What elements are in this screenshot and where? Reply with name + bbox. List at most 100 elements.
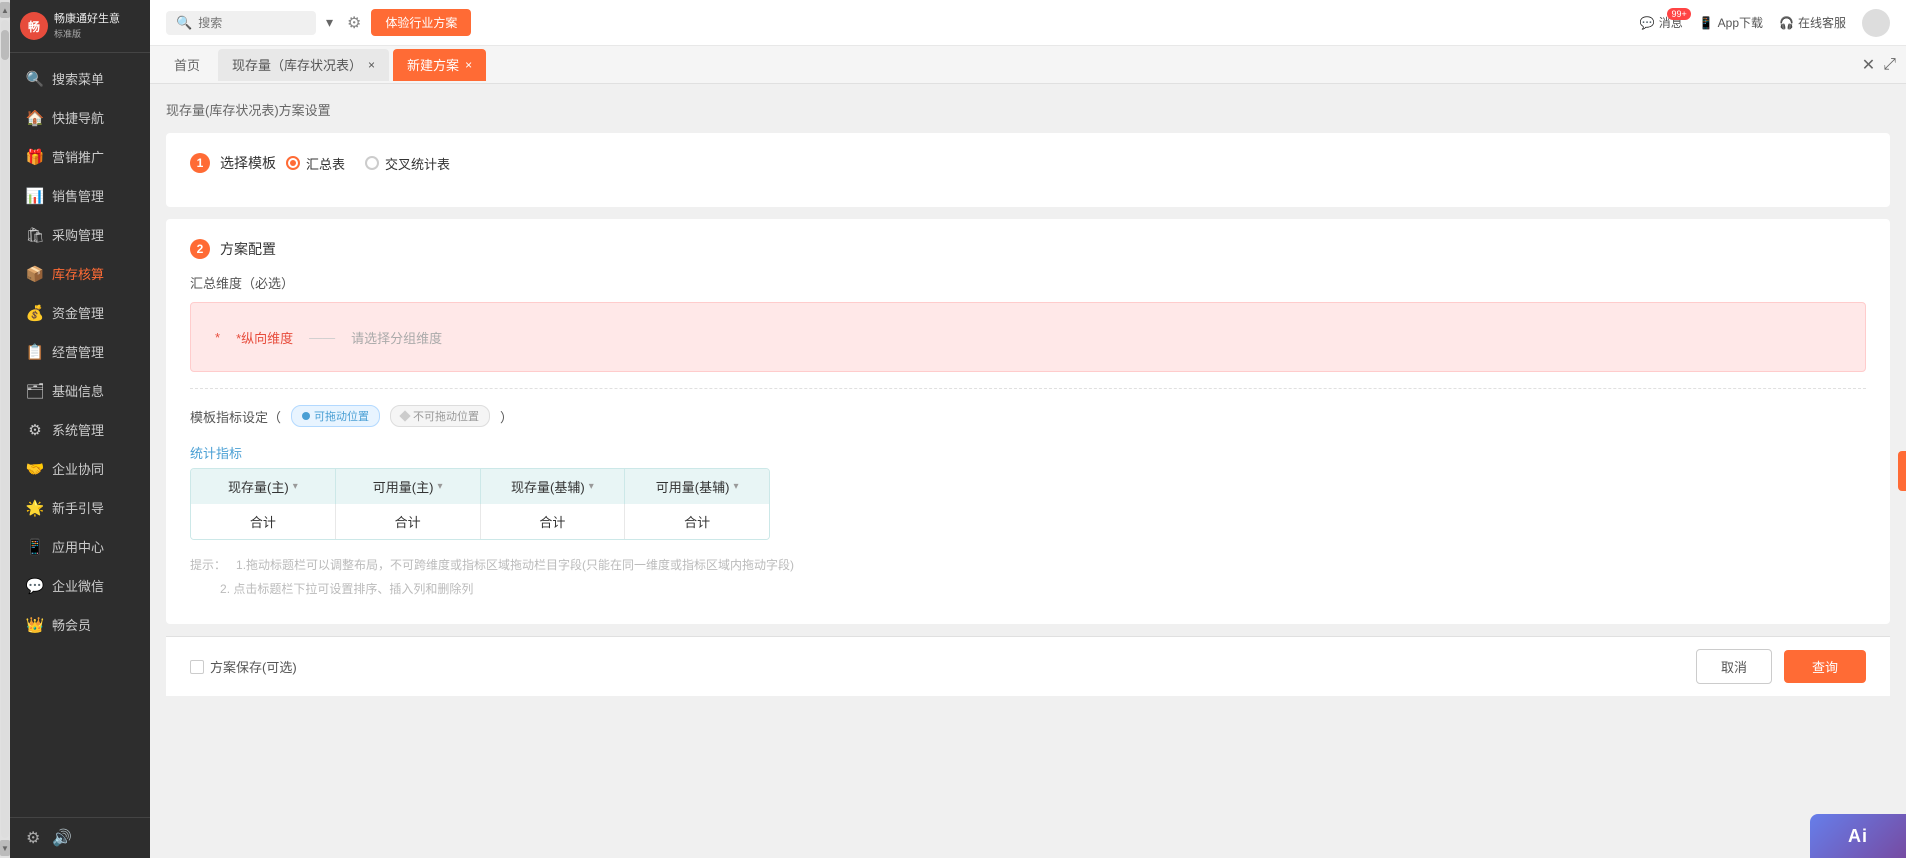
newuser-icon: 🌟 — [26, 499, 44, 517]
basic-info-icon: 🗂 — [26, 382, 44, 400]
stats-table-body: 合计 合计 合计 合计 — [191, 504, 769, 539]
section2-header: 2 方案配置 — [190, 239, 1866, 259]
system-icon: ⚙ — [26, 421, 44, 439]
tab-new-scheme[interactable]: 新建方案 × — [393, 49, 486, 81]
tab-new-scheme-close[interactable]: × — [465, 58, 472, 72]
sidebar-item-finance[interactable]: 💰 资金管理 — [10, 293, 150, 332]
tip-0: 提示： 1.拖动标题栏可以调整布局，不可跨维度或指标区域拖动栏目字段(只能在同一… — [190, 556, 1866, 574]
topbar-search-box[interactable]: 🔍 — [166, 11, 316, 35]
col-1-chevron: ▾ — [437, 481, 442, 492]
sidebar-item-search-menu[interactable]: 🔍 搜索菜单 — [10, 59, 150, 98]
draggable-tag: 可拖动位置 — [291, 405, 380, 427]
resize-handle[interactable] — [1898, 451, 1906, 491]
section-choose-template: 1 选择模板 汇总表 交叉统计表 — [166, 133, 1890, 207]
sidebar-item-marketing[interactable]: 🎁 营销推广 — [10, 137, 150, 176]
page-title: 现存量(库存状况表)方案设置 — [166, 100, 1890, 119]
dim-required-star: * — [215, 330, 220, 345]
section2-title: 方案配置 — [220, 239, 276, 259]
divider1 — [190, 388, 1866, 389]
sidebar-item-newuser[interactable]: 🌟 新手引导 — [10, 488, 150, 527]
message-badge: 99+ — [1667, 8, 1690, 20]
cancel-btn[interactable]: 取消 — [1696, 649, 1772, 684]
radio-cross-dot — [365, 156, 379, 170]
sidebar-item-basic-info[interactable]: 🗂 基础信息 — [10, 371, 150, 410]
content-area: 现存量(库存状况表)方案设置 1 选择模板 汇总表 交叉统计表 — [150, 84, 1906, 858]
sidebar-nav: 🔍 搜索菜单 🏠 快捷导航 🎁 营销推广 📊 销售管理 🛍 采购管理 📦 库存核… — [10, 53, 150, 817]
radio-summary[interactable]: 汇总表 — [286, 154, 345, 173]
dim-separator: —— — [309, 330, 335, 345]
tip-1: 2. 点击标题栏下拉可设置排序、插入列和删除列 — [190, 580, 1866, 598]
sidebar-item-system[interactable]: ⚙ 系统管理 — [10, 410, 150, 449]
topbar-right: 💬 消息 99+ 📱 App下载 🎧 在线客服 — [1640, 9, 1890, 37]
inventory-icon: 📦 — [26, 265, 44, 283]
col-1[interactable]: 可用量(主) ▾ — [336, 469, 481, 504]
app-download-btn[interactable]: 📱 App下载 — [1699, 14, 1763, 31]
appstore-icon: 📱 — [26, 538, 44, 556]
section-scheme-config: 2 方案配置 汇总维度（必选） * *纵向维度 —— 请选择分组维度 模板指标设… — [166, 219, 1890, 624]
dimension-box[interactable]: * *纵向维度 —— 请选择分组维度 — [190, 302, 1866, 372]
topbar: 🔍 ▾ ⚙ 体验行业方案 💬 消息 99+ 📱 App下载 🎧 在线客服 — [150, 0, 1906, 46]
online-service-btn[interactable]: 🎧 在线客服 — [1779, 14, 1846, 31]
search-input[interactable] — [198, 16, 298, 30]
operation-icon: 📋 — [26, 343, 44, 361]
col-2[interactable]: 现存量(基辅) ▾ — [481, 469, 626, 504]
search-dropdown-btn[interactable]: ▾ — [326, 14, 333, 31]
expand-panel-btn[interactable]: ⤢ — [1883, 56, 1896, 74]
col-0-chevron: ▾ — [293, 481, 298, 492]
dim-label: *纵向维度 — [236, 328, 293, 347]
main-area: 🔍 ▾ ⚙ 体验行业方案 💬 消息 99+ 📱 App下载 🎧 在线客服 — [150, 0, 1906, 858]
query-btn[interactable]: 查询 — [1784, 650, 1866, 683]
save-scheme-checkbox[interactable] — [190, 660, 204, 674]
scheme-save: 方案保存(可选) — [190, 657, 297, 676]
tabs-bar: 首页 现存量（库存状况表） × 新建方案 × ✕ ⤢ — [150, 46, 1906, 84]
sidebar-item-purchase[interactable]: 🛍 采购管理 — [10, 215, 150, 254]
ai-fab-btn[interactable]: Ai — [1810, 814, 1906, 858]
tab-inventory-close[interactable]: × — [368, 58, 375, 72]
section1-title: 选择模板 — [220, 153, 276, 173]
tips-section: 提示： 1.拖动标题栏可以调整布局，不可跨维度或指标区域拖动栏目字段(只能在同一… — [190, 556, 1866, 598]
scroll-thumb[interactable] — [1, 30, 9, 60]
sidebar-footer: ⚙ 🔊 — [10, 817, 150, 858]
sidebar-item-inventory[interactable]: 📦 库存核算 — [10, 254, 150, 293]
scroll-down-btn[interactable]: ▼ — [0, 840, 10, 856]
radio-cross[interactable]: 交叉统计表 — [365, 154, 450, 173]
agg-label: 汇总维度（必选） — [190, 273, 1866, 292]
user-avatar[interactable] — [1862, 9, 1890, 37]
sound-icon[interactable]: 🔊 — [52, 828, 72, 848]
col-3[interactable]: 可用量(基辅) ▾ — [625, 469, 769, 504]
sidebar-item-wechat[interactable]: 💬 企业微信 — [10, 566, 150, 605]
message-icon: 💬 — [1640, 16, 1655, 30]
dim-placeholder: 请选择分组维度 — [351, 328, 442, 347]
tab-home[interactable]: 首页 — [160, 49, 214, 81]
col-0[interactable]: 现存量(主) ▾ — [191, 469, 336, 504]
bottom-bar: 方案保存(可选) 取消 查询 — [166, 636, 1890, 696]
cell-0: 合计 — [191, 504, 336, 539]
tabs-actions: ✕ ⤢ — [1862, 55, 1896, 75]
section1-num: 1 — [190, 153, 210, 173]
sidebar-item-appstore[interactable]: 📱 应用中心 — [10, 527, 150, 566]
scroll-track — [1, 20, 9, 838]
trial-btn[interactable]: 体验行业方案 — [371, 9, 471, 36]
sidebar-item-member[interactable]: 👑 畅会员 — [10, 605, 150, 644]
sales-icon: 📊 — [26, 187, 44, 205]
non-draggable-tag: 不可拖动位置 — [390, 405, 490, 427]
tab-inventory[interactable]: 现存量（库存状况表） × — [218, 49, 389, 81]
col-2-chevron: ▾ — [589, 481, 594, 492]
message-btn[interactable]: 💬 消息 99+ — [1640, 14, 1683, 31]
sidebar-item-enterprise[interactable]: 🤝 企业协同 — [10, 449, 150, 488]
non-draggable-shape — [399, 410, 410, 421]
sidebar-item-sales[interactable]: 📊 销售管理 — [10, 176, 150, 215]
sidebar-scrollbar[interactable]: ▲ ▼ — [0, 0, 10, 858]
close-panel-btn[interactable]: ✕ — [1862, 55, 1875, 75]
settings-icon[interactable]: ⚙ — [26, 828, 40, 848]
radio-summary-dot — [286, 156, 300, 170]
sidebar-item-quick-nav[interactable]: 🏠 快捷导航 — [10, 98, 150, 137]
section1-header: 1 选择模板 汇总表 交叉统计表 — [190, 153, 1866, 173]
topbar-settings-icon[interactable]: ⚙ — [347, 13, 361, 33]
section2-num: 2 — [190, 239, 210, 259]
indicator-label: 模板指标设定（ 可拖动位置 不可拖动位置 ） — [190, 405, 1866, 427]
scroll-up-btn[interactable]: ▲ — [0, 2, 10, 18]
sidebar-item-operation[interactable]: 📋 经营管理 — [10, 332, 150, 371]
logo-text: 畅康通好生意 标准版 — [54, 12, 120, 39]
cell-1: 合计 — [336, 504, 481, 539]
